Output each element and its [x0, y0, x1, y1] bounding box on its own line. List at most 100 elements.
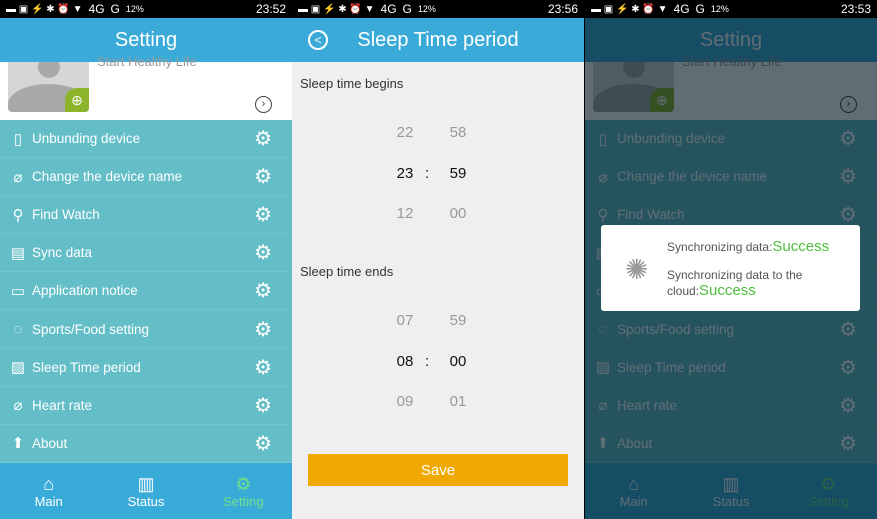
sync-cloud-status: Synchronizing data to the cloud:Success: [667, 268, 803, 299]
paperclip-icon: ⌀: [13, 397, 23, 415]
battery-level: 12%: [710, 4, 729, 14]
status-bar: ▬ ▣ ⚡ ✱ ⏰ ▼ 4G G 12% 23:52: [0, 0, 292, 18]
notification-icons: ▬ ▣ ⚡ ✱ ⏰ ▼: [6, 3, 83, 15]
save-button[interactable]: Save: [308, 454, 568, 486]
hour-option[interactable]: 12: [385, 205, 425, 222]
battery-level: 12%: [125, 4, 144, 14]
status-bar: ▬ ▣ ⚡ ✱ ⏰ ▼ 4G G 12% 23:53: [585, 0, 877, 18]
profile-card[interactable]: ⊕ Start Healthy Life ›: [0, 54, 292, 120]
setting-item[interactable]: ⌀ Heart rate ⚙: [0, 387, 292, 425]
clock: 23:53: [840, 2, 871, 16]
slogan: Start Healthy Life: [97, 54, 197, 69]
setting-item-label: Find Watch: [32, 207, 100, 223]
ends-time-picker[interactable]: 07 08 09 : 59 00 01: [292, 288, 584, 418]
tab-label: Status: [127, 493, 165, 509]
begins-time-picker[interactable]: 22 23 12 : 58 59 00: [292, 100, 584, 230]
hour-option[interactable]: 07: [385, 312, 425, 329]
setting-item[interactable]: ▯ Unbunding device ⚙: [0, 120, 292, 159]
clock: 23:52: [255, 2, 286, 16]
network-type-2: G: [110, 2, 120, 16]
gear-icon[interactable]: ⚙: [254, 240, 272, 265]
gear-icon[interactable]: ⚙: [254, 202, 272, 227]
gear-icon[interactable]: ⚙: [254, 317, 272, 342]
settings-list: ▯ Unbunding device ⚙ ⌀ Change the device nam…: [0, 120, 292, 463]
ends-label: Sleep time ends: [300, 264, 394, 279]
setting-item[interactable]: ⬆ About ⚙: [0, 425, 292, 463]
tab-status[interactable]: ▥Status: [97, 463, 194, 519]
setting-item-label: Sports/Food setting: [32, 321, 150, 337]
message-icon: ▭: [10, 282, 26, 300]
setting-item-label: Sleep Time period: [32, 359, 141, 375]
gear-icon: ⚙: [235, 473, 252, 494]
home-icon: ⌂: [43, 473, 55, 494]
network-type-2: G: [402, 2, 412, 16]
minute-option[interactable]: 01: [438, 393, 478, 410]
setting-screen-syncing: ▬ ▣ ⚡ ✱ ⏰ ▼4GG12%23:53Setting⊕Start Heal…: [585, 0, 877, 519]
loading-spinner-icon: ✺: [625, 254, 649, 285]
tab-setting[interactable]: ⚙Setting: [195, 463, 292, 519]
image-icon: ▨: [10, 359, 26, 377]
setting-item-label: About: [32, 435, 68, 451]
network-type: 4G: [380, 2, 397, 16]
setting-screen: ▬ ▣ ⚡ ✱ ⏰ ▼ 4G G 12% 23:52 Setting ⊕ Start Heal…: [0, 0, 292, 519]
page-title: Setting: [114, 28, 178, 51]
gear-icon[interactable]: ⚙: [254, 126, 272, 151]
sync-data-status: Synchronizing data:Success: [667, 238, 830, 255]
tablet-icon: ▤: [10, 244, 26, 262]
setting-item[interactable]: ▭ Application notice ⚙: [0, 272, 292, 311]
bottom-nav: ⌂Main▥Status⚙Setting: [0, 463, 292, 519]
hour-selected[interactable]: 23: [385, 165, 425, 182]
chevron-right-icon[interactable]: ›: [255, 96, 272, 113]
add-photo-icon[interactable]: ⊕: [65, 88, 89, 112]
minute-option[interactable]: 00: [438, 205, 478, 222]
bar-chart-icon: ▥: [137, 473, 155, 494]
network-type-2: G: [695, 2, 705, 16]
sleep-time-screen: ▬ ▣ ⚡ ✱ ⏰ ▼ 4G G 12% 23:56 < Sleep Time …: [292, 0, 584, 519]
setting-item[interactable]: ◌ Sports/Food setting ⚙: [0, 310, 292, 349]
colon: :: [425, 165, 430, 182]
tab-label: Main: [34, 493, 63, 509]
paperclip-icon: ⌀: [13, 168, 23, 186]
status-bar: ▬ ▣ ⚡ ✱ ⏰ ▼ 4G G 12% 23:56: [292, 0, 584, 18]
setting-item-label: Change the device name: [32, 169, 183, 185]
tab-main[interactable]: ⌂Main: [0, 463, 97, 519]
crosshair-icon: ◌: [13, 320, 23, 338]
upload-arrow-icon: ⬆: [11, 435, 25, 453]
network-type: 4G: [88, 2, 105, 16]
notification-icons: ▬ ▣ ⚡ ✱ ⏰ ▼: [591, 3, 668, 15]
network-type: 4G: [673, 2, 690, 16]
setting-item[interactable]: ⚲ Find Watch ⚙: [0, 196, 292, 235]
back-button[interactable]: <: [308, 30, 328, 50]
tab-label: Setting: [223, 493, 264, 509]
battery-level: 12%: [417, 4, 436, 14]
setting-item[interactable]: ⌀ Change the device name ⚙: [0, 158, 292, 197]
setting-item[interactable]: ▤ Sync data ⚙: [0, 234, 292, 273]
gear-icon[interactable]: ⚙: [254, 393, 272, 418]
header: < Sleep Time period: [292, 18, 584, 62]
gear-icon[interactable]: ⚙: [254, 431, 272, 456]
phone-icon: ▯: [13, 130, 23, 148]
setting-item[interactable]: ▨ Sleep Time period ⚙: [0, 349, 292, 387]
colon: :: [425, 353, 430, 370]
minute-selected[interactable]: 00: [438, 353, 478, 370]
hour-option[interactable]: 09: [385, 393, 425, 410]
gear-icon[interactable]: ⚙: [254, 164, 272, 189]
page-title: Sleep Time period: [357, 28, 519, 51]
search-icon: ⚲: [12, 206, 24, 224]
sync-dialog: ✺ Synchronizing data:Success Synchronizing…: [601, 225, 860, 311]
hour-selected[interactable]: 08: [385, 353, 425, 370]
minute-selected[interactable]: 59: [438, 165, 478, 182]
avatar[interactable]: ⊕: [8, 62, 89, 112]
minute-option[interactable]: 58: [438, 124, 478, 141]
setting-item-label: Unbunding device: [32, 131, 141, 147]
clock: 23:56: [547, 2, 578, 16]
setting-item-label: Application notice: [32, 283, 138, 299]
minute-option[interactable]: 59: [438, 312, 478, 329]
begins-label: Sleep time begins: [300, 76, 404, 91]
gear-icon[interactable]: ⚙: [254, 278, 272, 303]
setting-item-label: Heart rate: [32, 397, 93, 413]
notification-icons: ▬ ▣ ⚡ ✱ ⏰ ▼: [298, 3, 375, 15]
gear-icon[interactable]: ⚙: [254, 355, 272, 380]
setting-item-label: Sync data: [32, 245, 93, 261]
hour-option[interactable]: 22: [385, 124, 425, 141]
